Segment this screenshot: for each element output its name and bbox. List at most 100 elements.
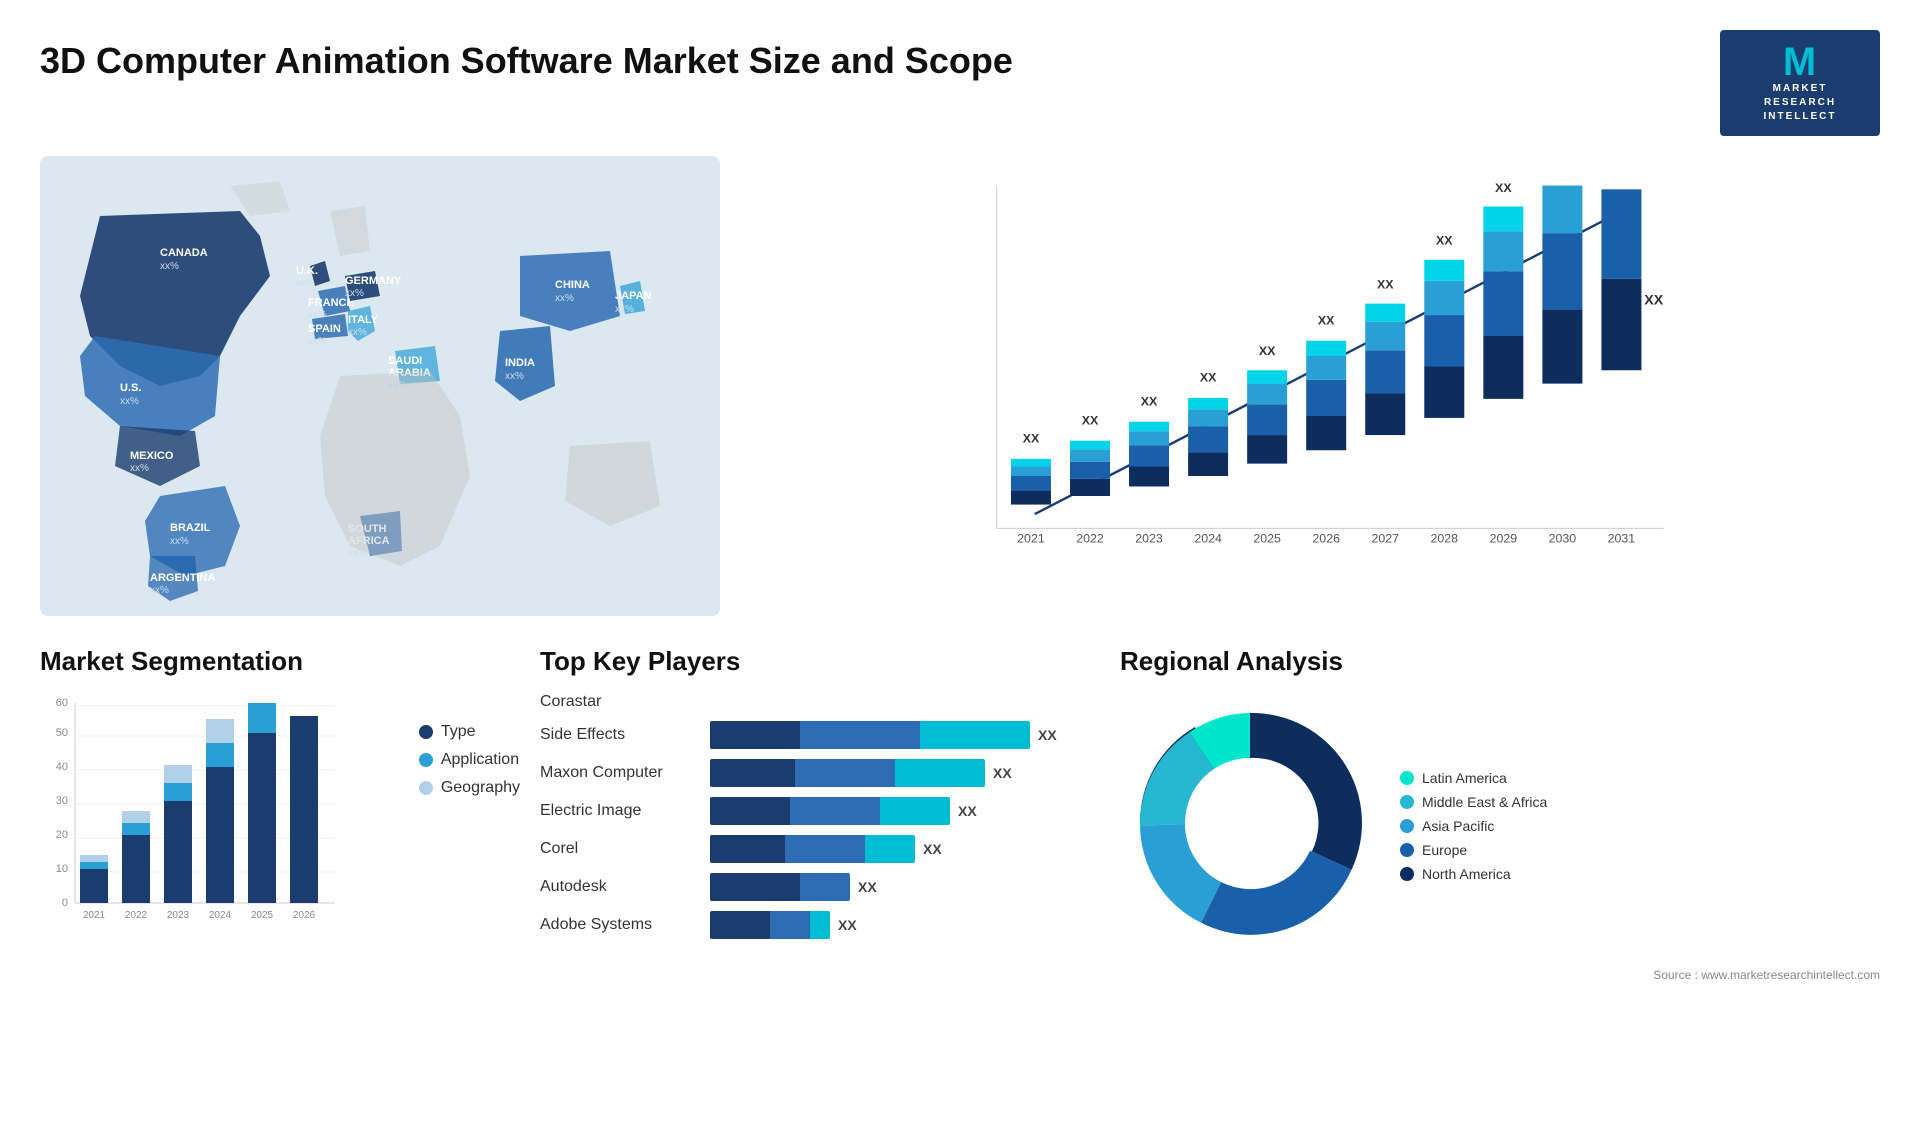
- middle-east-africa-label: Middle East & Africa: [1422, 794, 1547, 810]
- svg-text:20: 20: [56, 829, 68, 841]
- germany-label: GERMANY: [345, 275, 402, 287]
- svg-text:XX: XX: [1200, 371, 1217, 385]
- legend-application: Application: [419, 751, 520, 769]
- svg-text:xx%: xx%: [120, 396, 139, 407]
- latin-america-label: Latin America: [1422, 770, 1507, 786]
- svg-text:XX: XX: [1082, 414, 1099, 428]
- svg-text:XX: XX: [1141, 395, 1158, 409]
- legend-asia-pacific: Asia Pacific: [1400, 818, 1547, 834]
- player-name-adobe: Adobe Systems: [540, 916, 700, 934]
- italy-label: ITALY: [348, 314, 379, 326]
- segmentation-section: Market Segmentation 0 10 20 30 40 50 60: [40, 646, 520, 982]
- legend-europe: Europe: [1400, 842, 1547, 858]
- north-america-label: North America: [1422, 866, 1511, 882]
- key-players-section: Top Key Players Corastar Side Effects: [540, 646, 1100, 982]
- legend-type: Type: [419, 723, 520, 741]
- latin-america-dot: [1400, 771, 1414, 785]
- seg-chart-svg-wrap: 0 10 20 30 40 50 60: [40, 693, 399, 948]
- logo-m-letter: M: [1783, 42, 1817, 82]
- player-bar-adobe: XX: [710, 911, 1100, 939]
- legend-middle-east-africa: Middle East & Africa: [1400, 794, 1547, 810]
- segmentation-legend: Type Application Geography: [419, 693, 520, 797]
- svg-text:xx%: xx%: [345, 288, 364, 299]
- player-xx-maxon: XX: [993, 765, 1012, 781]
- svg-text:xx%: xx%: [296, 278, 315, 289]
- geography-dot: [419, 781, 433, 795]
- page-title: 3D Computer Animation Software Market Si…: [40, 40, 1013, 82]
- svg-text:2031: 2031: [1608, 532, 1636, 546]
- players-list: Corastar Side Effects XX: [540, 693, 1100, 939]
- player-autodesk: Autodesk XX: [540, 873, 1100, 901]
- svg-text:XX: XX: [1377, 277, 1394, 291]
- svg-text:xx%: xx%: [130, 463, 149, 474]
- canada-label: CANADA: [160, 247, 208, 259]
- uk-label: U.K.: [296, 265, 318, 277]
- svg-text:40: 40: [56, 761, 68, 773]
- middle-east-africa-dot: [1400, 795, 1414, 809]
- world-map-svg: CANADA xx% U.S. xx% MEXICO xx% BRAZIL xx…: [40, 156, 720, 616]
- india-label: INDIA: [505, 357, 535, 369]
- player-bar-maxon: XX: [710, 759, 1100, 787]
- svg-text:2030: 2030: [1549, 532, 1577, 546]
- svg-text:2024: 2024: [1194, 532, 1222, 546]
- svg-text:50: 50: [56, 727, 68, 739]
- player-corastar: Corastar: [540, 693, 1100, 711]
- svg-text:xx%: xx%: [555, 293, 574, 304]
- asia-pacific-label: Asia Pacific: [1422, 818, 1494, 834]
- china-label: CHINA: [555, 279, 590, 291]
- player-xx-side-effects: XX: [1038, 727, 1057, 743]
- svg-text:2029: 2029: [1490, 532, 1518, 546]
- growth-bar-chart-container: XX 2021 XX 2022 XX 2023 XX 2024: [740, 156, 1880, 616]
- player-xx-adobe: XX: [838, 917, 857, 933]
- svg-text:XX: XX: [1436, 234, 1453, 248]
- svg-text:2026: 2026: [1312, 532, 1340, 546]
- europe-dot: [1400, 843, 1414, 857]
- svg-text:2021: 2021: [83, 910, 106, 921]
- bar-adobe: [710, 911, 830, 939]
- regional-title: Regional Analysis: [1120, 646, 1880, 677]
- player-bar-corel: XX: [710, 835, 1100, 863]
- bar-maxon: [710, 759, 985, 787]
- mexico-label: MEXICO: [130, 450, 174, 462]
- bar-side-effects: [710, 721, 1030, 749]
- svg-text:XX: XX: [1023, 432, 1040, 446]
- player-bar-side-effects: XX: [710, 721, 1100, 749]
- svg-text:2027: 2027: [1371, 532, 1399, 546]
- svg-text:60: 60: [56, 697, 68, 709]
- svg-text:30: 30: [56, 795, 68, 807]
- player-name-side-effects: Side Effects: [540, 726, 700, 744]
- player-bar-autodesk: XX: [710, 873, 1100, 901]
- svg-text:2024: 2024: [209, 910, 232, 921]
- asia-pacific-dot: [1400, 819, 1414, 833]
- svg-text:xx%: xx%: [308, 336, 327, 347]
- svg-text:XX: XX: [1495, 181, 1512, 195]
- regional-section: Regional Analysis: [1120, 646, 1880, 982]
- logo: M MARKET RESEARCH INTELLECT: [1720, 30, 1880, 136]
- bar-electric: [710, 797, 950, 825]
- player-name-maxon: Maxon Computer: [540, 764, 700, 782]
- svg-text:xx%: xx%: [170, 536, 189, 547]
- source-text: Source : www.marketresearchintellect.com: [1120, 968, 1880, 982]
- argentina-label: ARGENTINA: [150, 572, 215, 584]
- svg-text:2021: 2021: [1017, 532, 1045, 546]
- player-xx-corel: XX: [923, 841, 942, 857]
- application-dot: [419, 753, 433, 767]
- svg-text:2023: 2023: [167, 910, 190, 921]
- svg-text:XX: XX: [1554, 176, 1571, 179]
- svg-text:XX: XX: [1644, 293, 1664, 309]
- bar-corel: [710, 835, 915, 863]
- player-name-electric: Electric Image: [540, 802, 700, 820]
- europe-label: Europe: [1422, 842, 1467, 858]
- player-electric-image: Electric Image XX: [540, 797, 1100, 825]
- japan-label: JAPAN: [615, 290, 652, 302]
- regional-legend: Latin America Middle East & Africa Asia …: [1400, 770, 1547, 882]
- svg-text:0: 0: [62, 897, 68, 909]
- donut-chart-svg: [1120, 693, 1380, 953]
- svg-text:2023: 2023: [1135, 532, 1163, 546]
- segmentation-title: Market Segmentation: [40, 646, 520, 677]
- legend-north-america: North America: [1400, 866, 1547, 882]
- top-section: CANADA xx% U.S. xx% MEXICO xx% BRAZIL xx…: [40, 156, 1880, 616]
- bottom-section: Market Segmentation 0 10 20 30 40 50 60: [40, 646, 1880, 982]
- player-adobe: Adobe Systems XX: [540, 911, 1100, 939]
- player-corel: Corel XX: [540, 835, 1100, 863]
